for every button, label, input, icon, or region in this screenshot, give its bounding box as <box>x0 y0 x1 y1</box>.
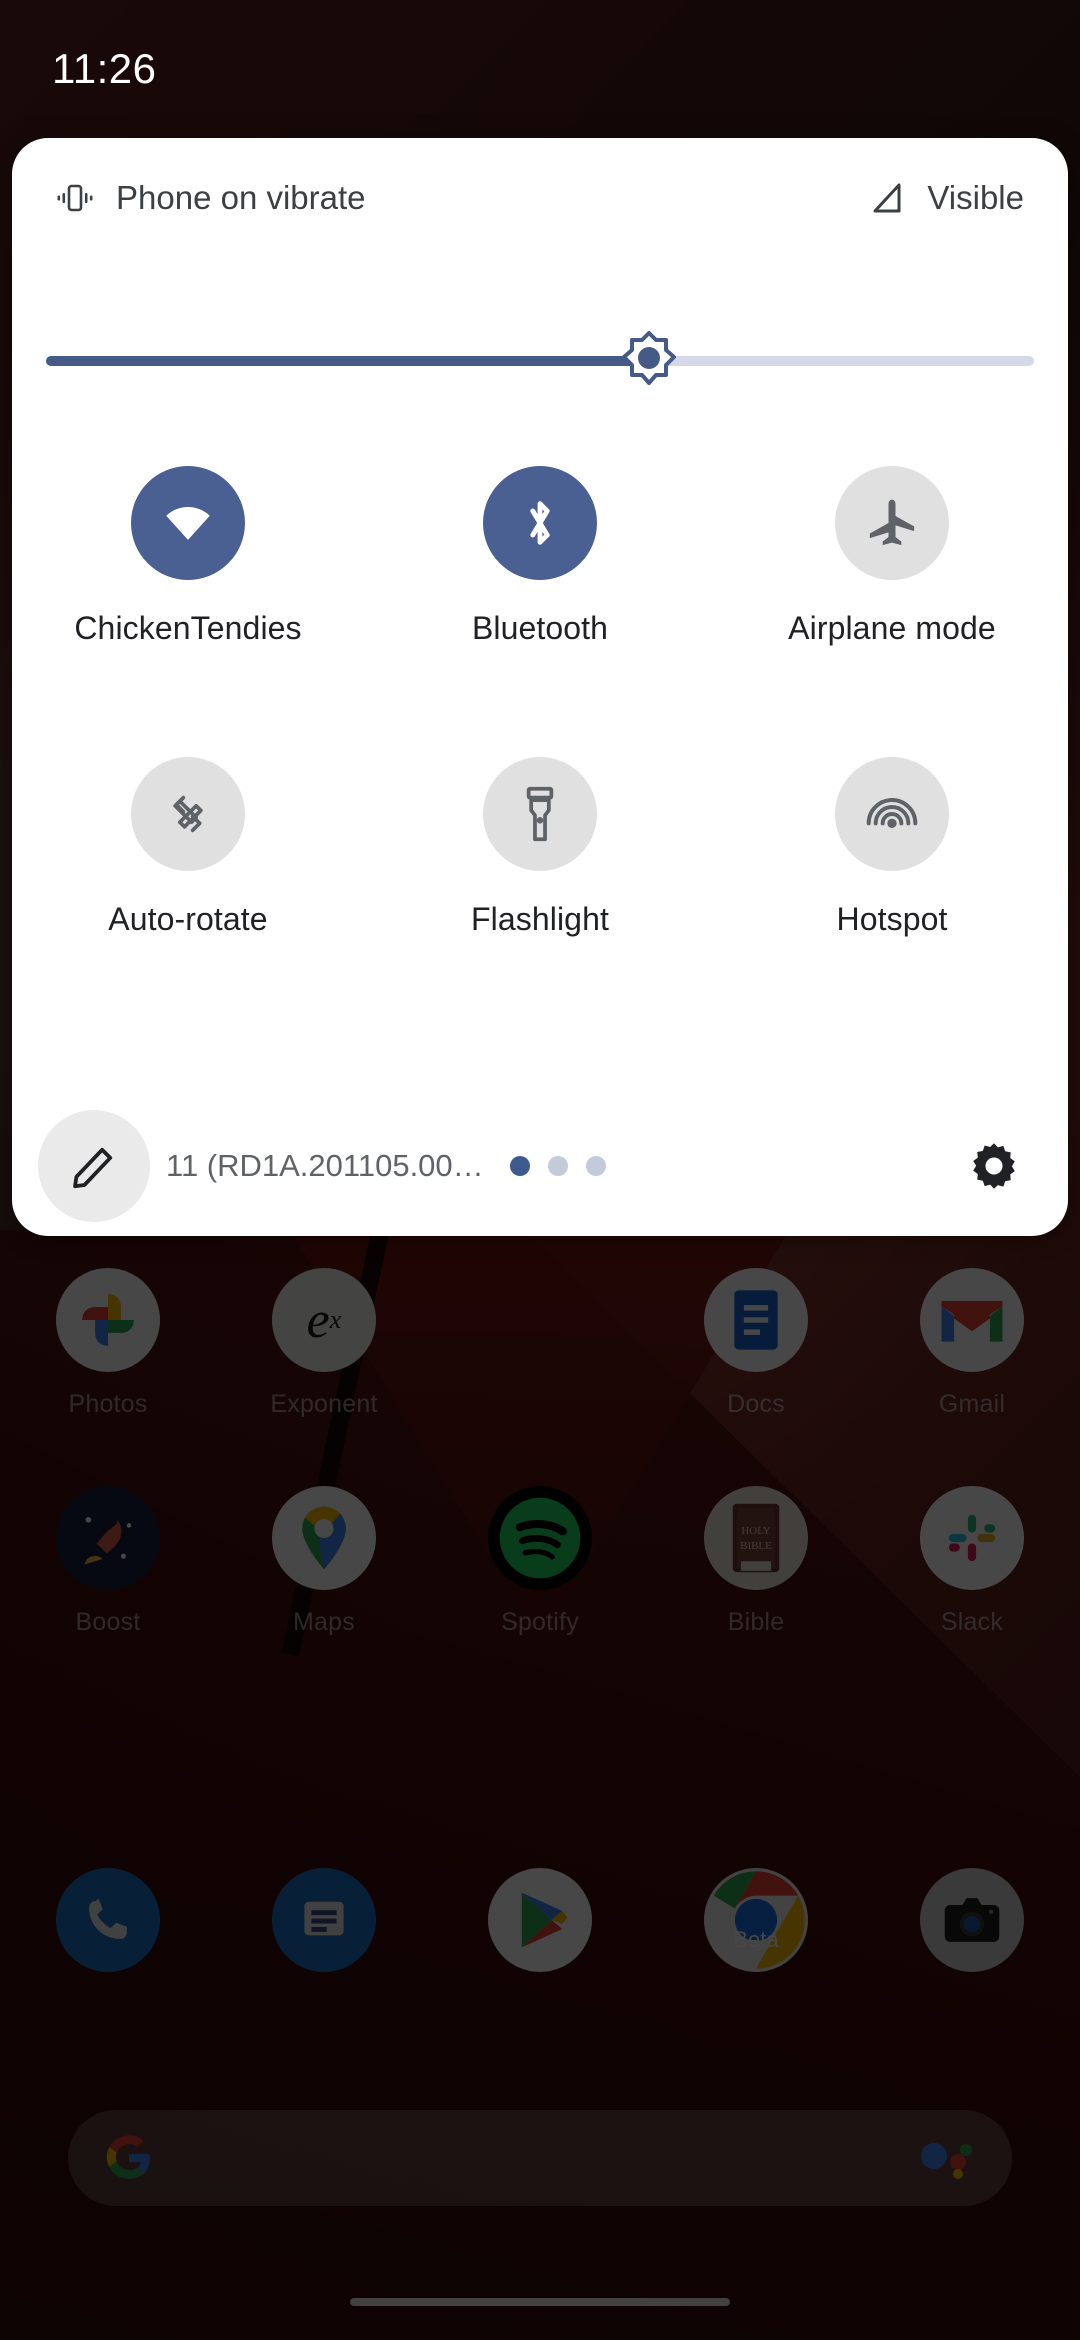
tile-auto-rotate[interactable]: Auto-rotate <box>12 729 364 938</box>
page-indicator[interactable] <box>509 1156 606 1176</box>
tile-wifi[interactable]: ChickenTendies <box>12 438 364 647</box>
carrier-status-label: Visible <box>927 179 1024 216</box>
quick-settings-panel: Phone on vibrate Visible ChickenTendies … <box>12 138 1068 1236</box>
slider-fill <box>46 356 649 366</box>
tile-label: Hotspot <box>836 901 948 937</box>
page-dot[interactable] <box>585 1156 606 1176</box>
tile-label: Airplane mode <box>788 610 996 646</box>
tile-airplane-mode[interactable]: Airplane mode <box>716 438 1068 647</box>
settings-button[interactable] <box>954 1126 1034 1206</box>
wifi-icon <box>131 466 245 580</box>
hotspot-icon <box>835 757 949 871</box>
auto-rotate-icon <box>131 757 245 871</box>
phone-screen: Photos ex Exponent Docs <box>0 0 1080 2340</box>
brightness-thumb-sun-icon[interactable] <box>619 331 679 391</box>
vibrate-icon <box>56 181 94 215</box>
bluetooth-icon <box>483 466 597 580</box>
tile-label: Auto-rotate <box>108 901 268 937</box>
flashlight-icon <box>483 757 597 871</box>
tile-label: Flashlight <box>471 901 609 937</box>
quick-settings-status-row: Phone on vibrate Visible <box>12 138 1068 258</box>
brightness-slider[interactable] <box>46 311 1034 411</box>
tile-hotspot[interactable]: Hotspot <box>716 729 1068 938</box>
ringer-status-label: Phone on vibrate <box>116 179 366 216</box>
page-dot[interactable] <box>509 1156 530 1176</box>
page-dot[interactable] <box>547 1156 568 1176</box>
tile-bluetooth[interactable]: Bluetooth <box>364 438 716 647</box>
gear-icon <box>969 1141 1019 1191</box>
tile-row-2: Auto-rotate Flashlight Hotspot <box>12 729 1068 938</box>
carrier-status[interactable]: Visible <box>871 179 1024 217</box>
tile-flashlight[interactable]: Flashlight <box>364 729 716 938</box>
visible-signal-icon <box>871 181 905 215</box>
status-bar: 11:26 <box>0 0 1080 138</box>
tile-label: Bluetooth <box>471 610 609 646</box>
quick-settings-footer: 11 (RD1A.201105.00… <box>12 1096 1068 1236</box>
build-version-label: 11 (RD1A.201105.00… <box>166 1148 484 1183</box>
pencil-icon <box>71 1143 117 1189</box>
edit-tiles-button[interactable] <box>38 1110 150 1222</box>
quick-settings-tiles: ChickenTendies Bluetooth Airplane mode A… <box>12 438 1068 938</box>
status-clock: 11:26 <box>52 45 157 92</box>
airplane-icon <box>835 466 949 580</box>
tile-row-1: ChickenTendies Bluetooth Airplane mode <box>12 438 1068 647</box>
tile-label: ChickenTendies <box>74 610 302 646</box>
ringer-status[interactable]: Phone on vibrate <box>56 179 366 217</box>
brightness-row <box>12 306 1068 416</box>
